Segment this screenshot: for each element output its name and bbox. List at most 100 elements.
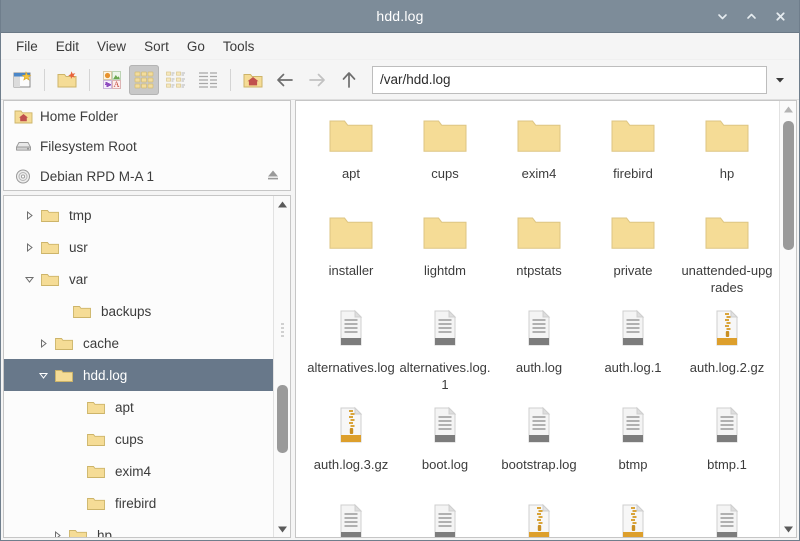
- tree-scroll-track[interactable]: [274, 212, 291, 521]
- file-item[interactable]: private: [586, 204, 680, 301]
- menu-view[interactable]: View: [88, 36, 135, 57]
- file-item[interactable]: alternatives.log.1: [398, 301, 492, 398]
- tree-row-selected[interactable]: hdd.log: [4, 359, 273, 391]
- home-button[interactable]: [238, 65, 268, 95]
- place-debian-rpd[interactable]: Debian RPD M-A 1: [4, 161, 290, 190]
- file-name: unattended-upgrades: [681, 263, 773, 295]
- tree-row[interactable]: firebird: [4, 487, 273, 519]
- menu-tools[interactable]: Tools: [214, 36, 264, 57]
- place-home-folder[interactable]: Home Folder: [4, 101, 290, 131]
- maximize-button[interactable]: [738, 3, 764, 29]
- chevron-down-icon[interactable]: [18, 274, 40, 285]
- tree-row[interactable]: exim4: [4, 455, 273, 487]
- file-item[interactable]: [680, 495, 774, 537]
- minimize-button[interactable]: [709, 3, 735, 29]
- file-item[interactable]: apt: [304, 107, 398, 204]
- thumbnail-view-button[interactable]: A: [97, 65, 127, 95]
- tree-row[interactable]: cache: [4, 327, 273, 359]
- path-dropdown-button[interactable]: [769, 66, 791, 94]
- scroll-up-button[interactable]: [780, 101, 797, 117]
- close-button[interactable]: [767, 3, 793, 29]
- file-item[interactable]: [492, 495, 586, 537]
- folder-icon: [420, 210, 470, 260]
- scroll-up-button[interactable]: [274, 196, 291, 212]
- file-item[interactable]: hp: [680, 107, 774, 204]
- chevron-right-icon[interactable]: [18, 210, 40, 221]
- back-button[interactable]: [270, 65, 300, 95]
- file-item[interactable]: auth.log.2.gz: [680, 301, 774, 398]
- file-item[interactable]: installer: [304, 204, 398, 301]
- menu-file[interactable]: File: [7, 36, 47, 57]
- file-name: auth.log: [515, 360, 563, 375]
- file-scroll-track[interactable]: [780, 117, 797, 521]
- file-item[interactable]: [304, 495, 398, 537]
- eject-button[interactable]: [266, 168, 280, 185]
- folder-icon: [40, 207, 66, 224]
- tree-row[interactable]: apt: [4, 391, 273, 423]
- tree-row[interactable]: backups: [4, 295, 273, 327]
- file-name: firebird: [613, 166, 653, 181]
- folder-icon: [40, 271, 66, 288]
- file-item[interactable]: bootstrap.log: [492, 398, 586, 495]
- place-filesystem-root[interactable]: Filesystem Root: [4, 131, 290, 161]
- file-item[interactable]: auth.log: [492, 301, 586, 398]
- file-item[interactable]: [398, 495, 492, 537]
- file-item[interactable]: unattended-upgrades: [680, 204, 774, 301]
- titlebar: hdd.log: [1, 0, 799, 33]
- chevron-right-icon[interactable]: [46, 530, 68, 537]
- file-item[interactable]: firebird: [586, 107, 680, 204]
- chevron-right-icon[interactable]: [18, 242, 40, 253]
- icon-view[interactable]: apt cups exim4 firebird hp installer lig…: [296, 101, 779, 537]
- icon-view-button[interactable]: [129, 64, 159, 95]
- menu-go[interactable]: Go: [178, 36, 214, 57]
- file-item[interactable]: btmp.1: [680, 398, 774, 495]
- folder-icon: [326, 210, 376, 260]
- folder-icon: [86, 431, 112, 448]
- compact-view-button[interactable]: [161, 65, 191, 95]
- file-item[interactable]: lightdm: [398, 204, 492, 301]
- document-icon: [514, 404, 564, 454]
- document-icon: [608, 404, 658, 454]
- place-label: Filesystem Root: [40, 138, 137, 154]
- tree-row[interactable]: tmp: [4, 199, 273, 231]
- path-input[interactable]: /var/hdd.log: [372, 65, 767, 94]
- menu-sort[interactable]: Sort: [135, 36, 178, 57]
- document-icon: [420, 501, 470, 537]
- file-item[interactable]: exim4: [492, 107, 586, 204]
- file-scroll-thumb[interactable]: [782, 121, 794, 251]
- file-item[interactable]: [586, 495, 680, 537]
- new-tab-button[interactable]: [7, 65, 37, 95]
- window-title: hdd.log: [376, 8, 424, 24]
- archive-icon: [514, 501, 564, 537]
- tree-scroll-thumb[interactable]: [276, 385, 288, 453]
- file-manager-window: hdd.log File Edit View Sort Go Tools A /…: [0, 0, 800, 541]
- chevron-down-icon[interactable]: [32, 370, 54, 381]
- document-icon: [514, 307, 564, 357]
- detailed-list-view-button[interactable]: [193, 65, 223, 95]
- file-item[interactable]: auth.log.1: [586, 301, 680, 398]
- tree-row[interactable]: hp: [4, 519, 273, 537]
- file-item[interactable]: ntpstats: [492, 204, 586, 301]
- folder-icon: [86, 495, 112, 512]
- scroll-down-button[interactable]: [274, 521, 291, 537]
- tree-row[interactable]: usr: [4, 231, 273, 263]
- tree-scrollbar[interactable]: [273, 196, 290, 537]
- file-item[interactable]: alternatives.log: [304, 301, 398, 398]
- up-button[interactable]: [334, 65, 364, 95]
- file-list-scrollbar[interactable]: [779, 101, 796, 537]
- file-item[interactable]: auth.log.3.gz: [304, 398, 398, 495]
- tree-row[interactable]: cups: [4, 423, 273, 455]
- file-item[interactable]: btmp: [586, 398, 680, 495]
- toolbar-separator: [230, 68, 231, 91]
- menu-edit[interactable]: Edit: [47, 36, 88, 57]
- forward-button[interactable]: [302, 65, 332, 95]
- tree-row[interactable]: var: [4, 263, 273, 295]
- file-item[interactable]: cups: [398, 107, 492, 204]
- chevron-right-icon[interactable]: [32, 338, 54, 349]
- file-item[interactable]: boot.log: [398, 398, 492, 495]
- document-icon: [702, 501, 752, 537]
- tree-label: exim4: [115, 463, 152, 479]
- new-folder-button[interactable]: [52, 65, 82, 95]
- scroll-down-button[interactable]: [780, 521, 797, 537]
- file-name: apt: [341, 166, 361, 181]
